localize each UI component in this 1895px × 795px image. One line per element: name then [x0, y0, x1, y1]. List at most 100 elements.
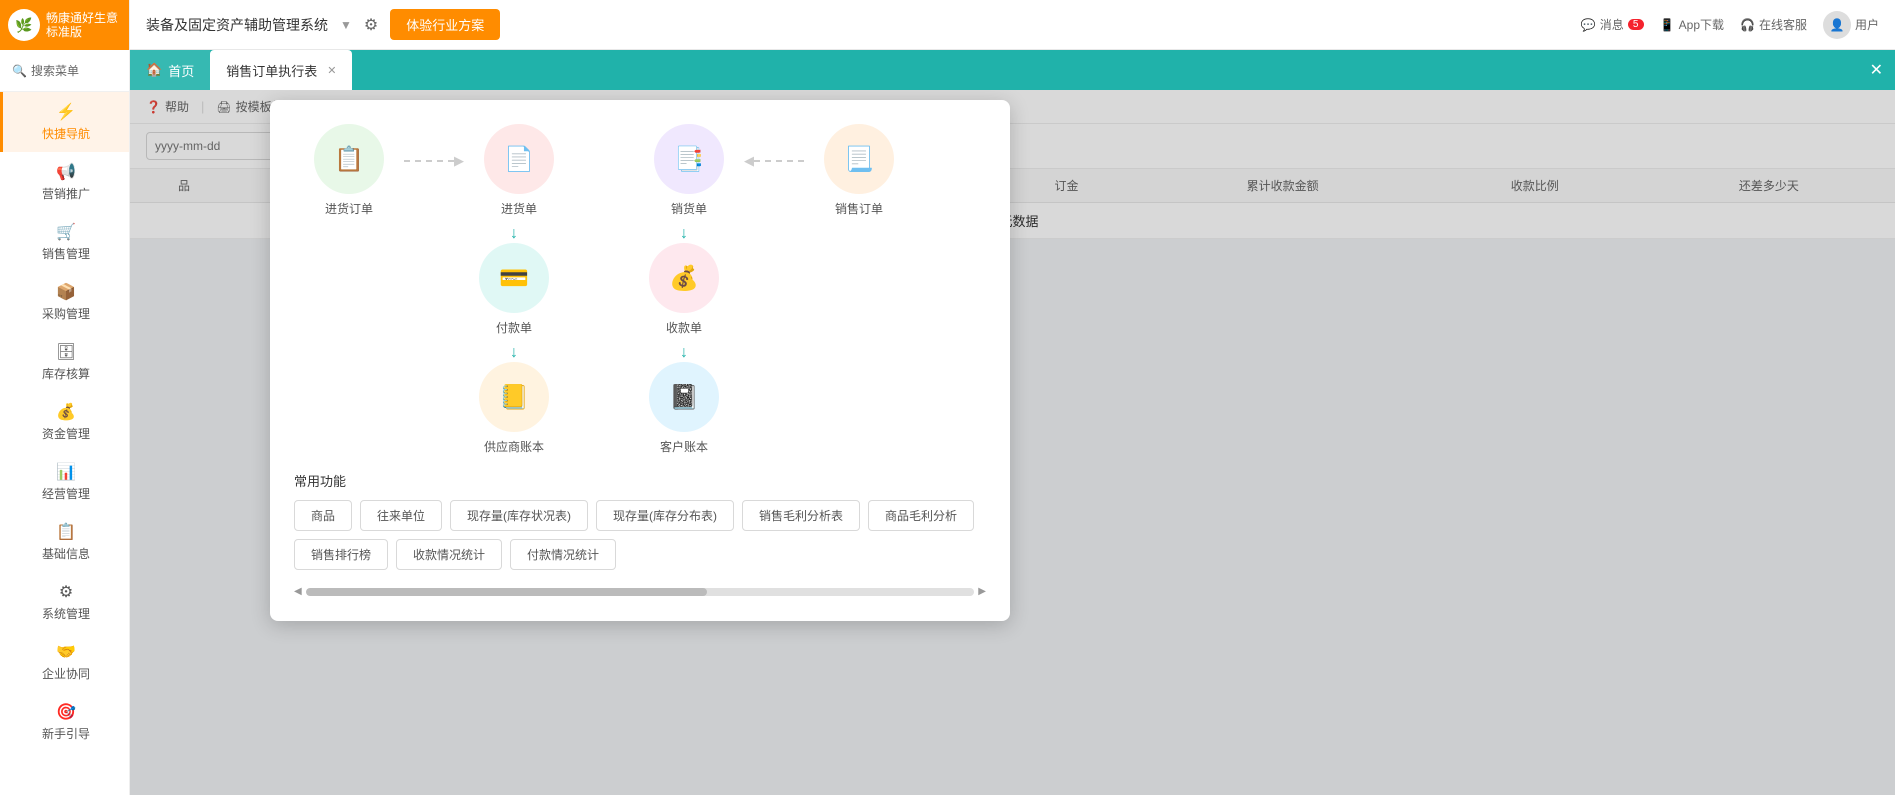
search-icon: 🔍 [12, 64, 27, 78]
content-area: ❓ 帮助 | 🖨 按模板打印 ▼ | ⬆ 导出 ▼ | 🔄 刷新 [130, 90, 1895, 795]
sidebar-item-collab[interactable]: 🤝 企业协同 [0, 632, 129, 692]
sidebar-item-basic[interactable]: 📋 基础信息 [0, 512, 129, 572]
settings-icon[interactable]: ⚙ [364, 15, 378, 35]
sale-bill-icon: 📑 [654, 124, 724, 194]
sidebar-item-quick[interactable]: ⚡ 快捷导航 [0, 92, 129, 152]
common-functions-section: 常用功能 商品 往来单位 现存量(库存状况表) 现存量(库存分布表) 销售毛利分… [294, 471, 986, 570]
func-btn-stock-dist[interactable]: 现存量(库存分布表) [596, 500, 734, 531]
payment-label: 付款单 [496, 319, 532, 336]
flow-diagram: 📋 进货订单 ▶ 📄 进货单 [294, 124, 986, 471]
flow-node-customer-ledger[interactable]: 📓 客户账本 [629, 362, 739, 455]
topbar-right: 💬 消息 5 📱 App下载 🎧 在线客服 👤 用户 [1581, 11, 1879, 39]
finance-icon: 💰 [56, 402, 76, 422]
supplier-ledger-label: 供应商账本 [484, 438, 544, 455]
arrow-po-to-pb: ▶ [404, 153, 464, 169]
payment-icon: 💳 [479, 243, 549, 313]
logo-text: 畅康通好生意 标准版 [46, 11, 118, 40]
message-badge: 5 [1628, 19, 1644, 30]
app-download-button[interactable]: 📱 App下载 [1660, 16, 1724, 33]
trial-button[interactable]: 体验行业方案 [390, 9, 500, 40]
func-btn-stock-status[interactable]: 现存量(库存状况表) [450, 500, 588, 531]
sales-icon: 🛒 [56, 222, 76, 242]
main-area: 装备及固定资产辅助管理系统 ▼ ⚙ 体验行业方案 💬 消息 5 📱 App下载 … [130, 0, 1895, 795]
scroll-left-arrow[interactable]: ◀ [294, 586, 302, 597]
sidebar: 🌿 畅康通好生意 标准版 🔍 搜索菜单 ⚡ 快捷导航 📢 营销推广 🛒 销售管理… [0, 0, 130, 795]
tab-home[interactable]: 🏠 首页 [130, 50, 210, 90]
tab-close-icon[interactable]: ✕ [327, 64, 336, 77]
scroll-right-arrow[interactable]: ▶ [978, 586, 986, 597]
marketing-icon: 📢 [56, 162, 76, 182]
customer-ledger-label: 客户账本 [660, 438, 708, 455]
purchase-icon: 📦 [56, 282, 76, 302]
sale-order-icon: 📃 [824, 124, 894, 194]
customer-ledger-icon: 📓 [649, 362, 719, 432]
online-service-button[interactable]: 🎧 在线客服 [1740, 16, 1807, 33]
search-menu-button[interactable]: 🔍 搜索菜单 [8, 58, 121, 83]
sidebar-item-newbie[interactable]: 🎯 新手引导 [0, 692, 129, 752]
flow-node-supplier-ledger[interactable]: 📒 供应商账本 [459, 362, 569, 455]
inventory-icon: 🗄 [56, 342, 76, 362]
user-avatar[interactable]: 👤 用户 [1823, 11, 1879, 39]
sidebar-item-purchase[interactable]: 📦 采购管理 [0, 272, 129, 332]
flow-node-purchase-bill[interactable]: 📄 进货单 [464, 124, 574, 217]
sidebar-item-system[interactable]: ⚙ 系统管理 [0, 572, 129, 632]
popup-scrollbar: ◀ ▶ [294, 586, 986, 597]
supplier-ledger-icon: 📒 [479, 362, 549, 432]
logo-icon: 🌿 [8, 9, 40, 41]
flow-node-receipt[interactable]: 💰 收款单 [629, 243, 739, 336]
common-funcs-title: 常用功能 [294, 471, 986, 490]
v-arrows-row1: ↓ ↓ [294, 225, 986, 243]
tabbar: 🏠 首页 销售订单执行表 ✕ ✕ [130, 50, 1895, 90]
system-dropdown-icon[interactable]: ▼ [340, 18, 352, 32]
arrow-so-to-sb: ◀ [744, 153, 804, 169]
flow-node-sale-order[interactable]: 📃 销售订单 [804, 124, 914, 217]
sidebar-item-finance[interactable]: 💰 资金管理 [0, 392, 129, 452]
tab-sales-order[interactable]: 销售订单执行表 ✕ [210, 50, 352, 90]
sidebar-logo: 🌿 畅康通好生意 标准版 [0, 0, 129, 50]
sidebar-item-operation[interactable]: 📊 经营管理 [0, 452, 129, 512]
home-icon: 🏠 [146, 62, 162, 78]
receipt-label: 收款单 [666, 319, 702, 336]
system-name: 装备及固定资产辅助管理系统 [146, 15, 328, 35]
close-all-tabs-button[interactable]: ✕ [1858, 60, 1895, 80]
sidebar-item-inventory[interactable]: 🗄 库存核算 [0, 332, 129, 392]
avatar-image: 👤 [1823, 11, 1851, 39]
func-btn-sales-profit[interactable]: 销售毛利分析表 [742, 500, 860, 531]
service-icon: 🎧 [1740, 18, 1755, 32]
sale-order-label: 销售订单 [835, 200, 883, 217]
receipt-icon: 💰 [649, 243, 719, 313]
overlay: 📋 进货订单 ▶ 📄 进货单 [130, 90, 1895, 795]
app-icon: 📱 [1660, 18, 1675, 32]
quick-nav-popup: 📋 进货订单 ▶ 📄 进货单 [270, 100, 1010, 621]
system-icon: ⚙ [59, 582, 73, 602]
scrollbar-thumb [306, 588, 707, 596]
func-btn-payment-stats[interactable]: 付款情况统计 [510, 539, 616, 570]
message-button[interactable]: 💬 消息 5 [1581, 16, 1644, 33]
func-btn-sales-rank[interactable]: 销售排行榜 [294, 539, 388, 570]
collab-icon: 🤝 [56, 642, 76, 662]
message-icon: 💬 [1581, 18, 1596, 32]
sidebar-nav: ⚡ 快捷导航 📢 营销推广 🛒 销售管理 📦 采购管理 🗄 库存核算 💰 资金管… [0, 92, 129, 795]
purchase-bill-icon: 📄 [484, 124, 554, 194]
func-btn-receipt-stats[interactable]: 收款情况统计 [396, 539, 502, 570]
v-arrows-row2: ↓ ↓ [294, 344, 986, 362]
newbie-icon: 🎯 [56, 702, 76, 722]
sidebar-item-sales[interactable]: 🛒 销售管理 [0, 212, 129, 272]
sidebar-search-area: 🔍 搜索菜单 [0, 50, 129, 92]
quick-icon: ⚡ [56, 102, 76, 122]
operation-icon: 📊 [56, 462, 76, 482]
basic-icon: 📋 [56, 522, 76, 542]
topbar: 装备及固定资产辅助管理系统 ▼ ⚙ 体验行业方案 💬 消息 5 📱 App下载 … [130, 0, 1895, 50]
flow-node-purchase-order[interactable]: 📋 进货订单 [294, 124, 404, 217]
scrollbar-track[interactable] [306, 588, 975, 596]
purchase-bill-label: 进货单 [501, 200, 537, 217]
sale-bill-label: 销货单 [671, 200, 707, 217]
flow-node-payment[interactable]: 💳 付款单 [459, 243, 569, 336]
sidebar-item-marketing[interactable]: 📢 营销推广 [0, 152, 129, 212]
purchase-order-icon: 📋 [314, 124, 384, 194]
func-btn-product-profit[interactable]: 商品毛利分析 [868, 500, 974, 531]
func-btn-product[interactable]: 商品 [294, 500, 352, 531]
purchase-order-label: 进货订单 [325, 200, 373, 217]
func-btn-partner[interactable]: 往来单位 [360, 500, 442, 531]
flow-node-sale-bill[interactable]: 📑 销货单 [634, 124, 744, 217]
